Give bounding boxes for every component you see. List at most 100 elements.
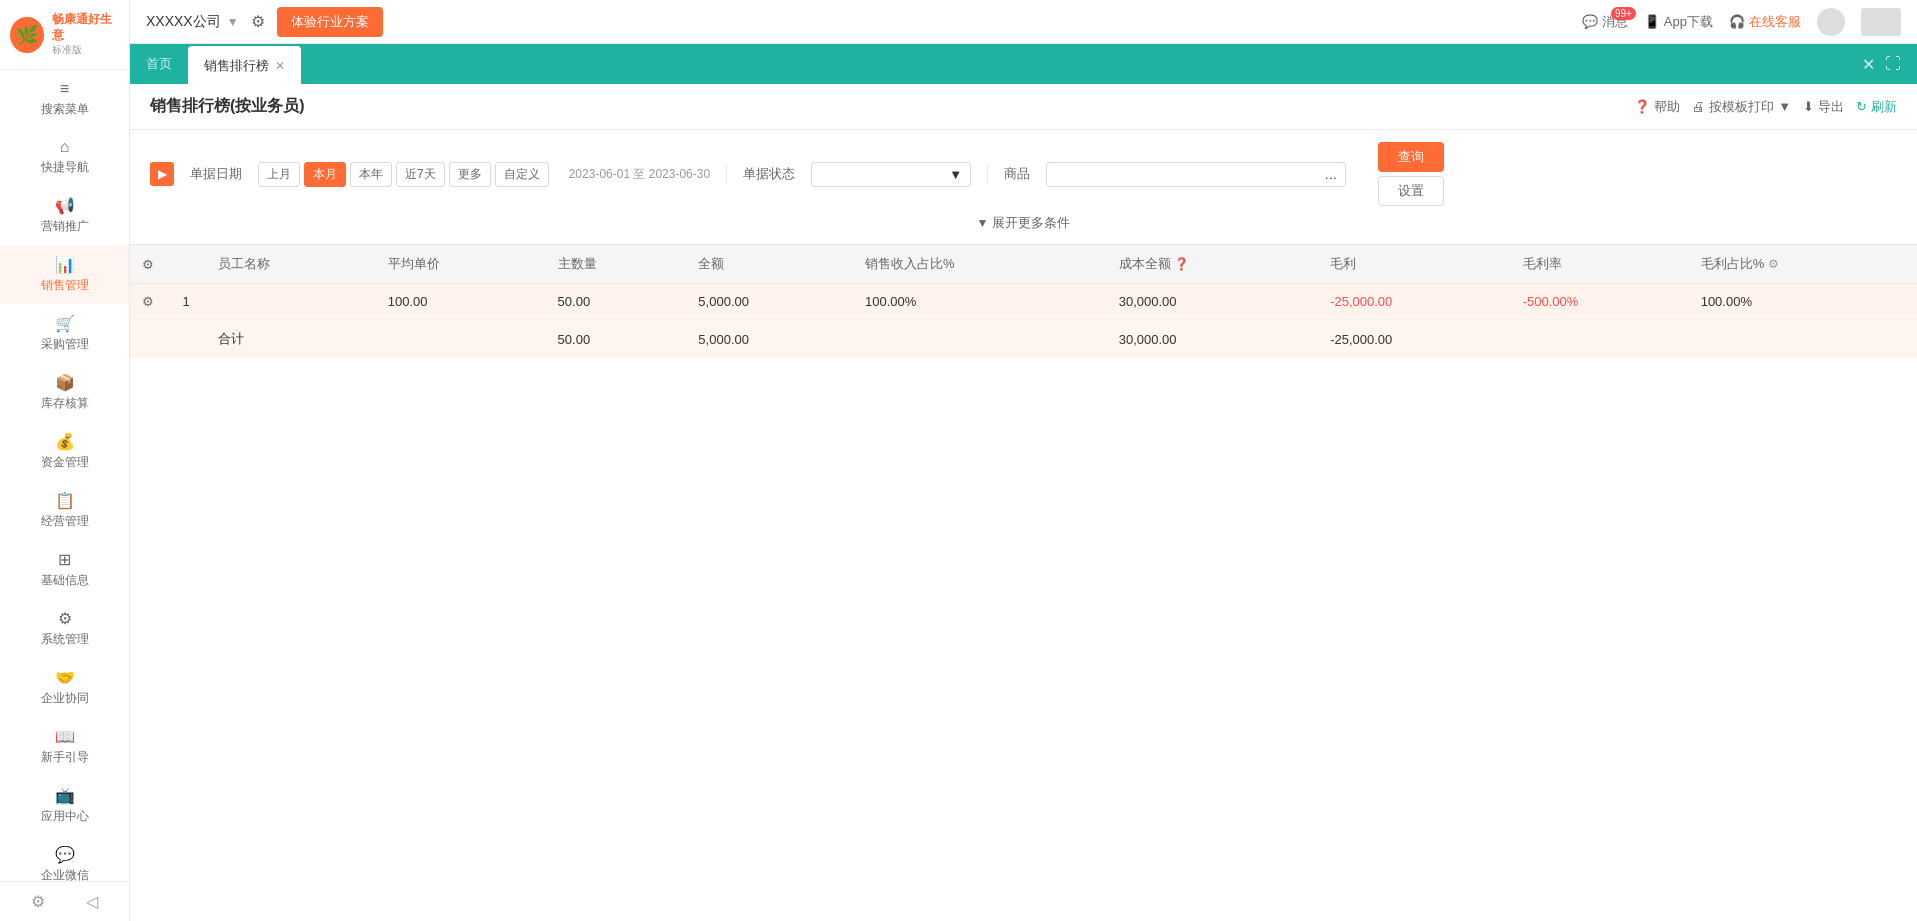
- cost-help-icon[interactable]: ❓: [1174, 257, 1189, 271]
- row-rank: 1: [166, 284, 206, 320]
- sidebar-settings-btn[interactable]: ⚙: [31, 892, 45, 911]
- tab-close-window-icon[interactable]: ✕: [1862, 55, 1875, 74]
- col-avg-price: 平均单价: [376, 245, 546, 284]
- phone-icon: 📱: [1644, 14, 1660, 29]
- sidebar-item-finance[interactable]: 💰 资金管理: [0, 422, 129, 481]
- sidebar-item-marketing[interactable]: 📢 营销推广: [0, 186, 129, 245]
- date-btn-this-month[interactable]: 本月: [304, 162, 346, 187]
- headset-icon: 🎧: [1729, 14, 1745, 29]
- row-gross-rate: -500.00%: [1511, 284, 1689, 320]
- print-button[interactable]: 🖨 按模板打印 ▼: [1692, 98, 1791, 116]
- message-button[interactable]: 💬 消息 99+: [1582, 13, 1628, 31]
- guide-icon: 📖: [55, 727, 75, 746]
- gross-pct-help-icon[interactable]: ⚙: [1768, 257, 1779, 271]
- sidebar: 🌿 畅康通好生意 标准版 ≡ 搜索菜单 ⌂ 快捷导航 📢 营销推广 📊 销售管理…: [0, 0, 130, 921]
- sidebar-footer: ⚙ ◁: [0, 881, 129, 921]
- table-footer: 合计 50.00 5,000.00 30,000.00 -25,000.00: [130, 320, 1917, 359]
- sidebar-item-quicknav[interactable]: ⌂ 快捷导航: [0, 128, 129, 186]
- tab-sales-ranking[interactable]: 销售排行榜 ✕: [188, 46, 301, 86]
- search-menu-icon: ≡: [60, 80, 69, 98]
- sidebar-item-inventory[interactable]: 📦 库存核算: [0, 363, 129, 422]
- date-btn-more[interactable]: 更多: [449, 162, 491, 187]
- sidebar-collapse-btn[interactable]: ◁: [86, 892, 98, 911]
- total-row: 合计 50.00 5,000.00 30,000.00 -25,000.00: [130, 320, 1917, 359]
- app-version: 标准版: [52, 43, 119, 57]
- export-button[interactable]: ⬇ 导出: [1803, 98, 1844, 116]
- help-button[interactable]: ❓ 帮助: [1634, 98, 1680, 116]
- sidebar-item-enterprise[interactable]: 🤝 企业协同: [0, 658, 129, 717]
- goods-select-value: [1055, 167, 1059, 182]
- sidebar-item-label: 企业协同: [41, 690, 89, 707]
- date-btn-7days[interactable]: 近7天: [396, 162, 445, 187]
- date-btn-this-year[interactable]: 本年: [350, 162, 392, 187]
- sidebar-item-sales[interactable]: 📊 销售管理: [0, 245, 129, 304]
- status-filter-label: 单据状态: [743, 165, 795, 183]
- purchase-icon: 🛒: [55, 314, 75, 333]
- row-sales-pct: 100.00%: [853, 284, 1107, 320]
- apps-icon: 📺: [55, 786, 75, 805]
- sidebar-item-label: 快捷导航: [41, 159, 89, 176]
- total-gross-pct: [1689, 320, 1917, 359]
- sidebar-item-apps[interactable]: 📺 应用中心: [0, 776, 129, 835]
- sidebar-logo: 🌿 畅康通好生意 标准版: [0, 0, 129, 70]
- sidebar-item-label: 企业微信: [41, 867, 89, 881]
- main-content: XXXXX公司 ▼ ⚙ 体验行业方案 💬 消息 99+ 📱 App下载 🎧 在线…: [130, 0, 1917, 921]
- total-sales-pct: [853, 320, 1107, 359]
- message-badge: 99+: [1611, 7, 1636, 20]
- chevron-down-icon: ▼: [227, 15, 239, 29]
- online-service-button[interactable]: 🎧 在线客服: [1729, 13, 1801, 31]
- app-download-button[interactable]: 📱 App下载: [1644, 13, 1713, 31]
- row-amount: 5,000.00: [686, 284, 853, 320]
- date-btn-custom[interactable]: 自定义: [495, 162, 549, 187]
- goods-select[interactable]: …: [1046, 162, 1346, 187]
- collapse-filter-btn[interactable]: ▶: [150, 162, 174, 186]
- sidebar-menu: ≡ 搜索菜单 ⌂ 快捷导航 📢 营销推广 📊 销售管理 🛒 采购管理 📦 库存核…: [0, 70, 129, 881]
- sidebar-item-basics[interactable]: ⊞ 基础信息: [0, 540, 129, 599]
- table-header-row: ⚙ 员工名称 平均单价 主数量 全额 销售收入占比% 成本全额 ❓ 毛利 毛利率…: [130, 245, 1917, 284]
- col-gross-pct: 毛利占比% ⚙: [1689, 245, 1917, 284]
- sidebar-item-label: 资金管理: [41, 454, 89, 471]
- sidebar-item-wechat[interactable]: 💬 企业微信: [0, 835, 129, 881]
- total-avg-price: [376, 320, 546, 359]
- total-label: 合计: [206, 320, 376, 359]
- company-selector[interactable]: XXXXX公司 ▼: [146, 13, 239, 31]
- row-name: [206, 284, 376, 320]
- sidebar-item-search[interactable]: ≡ 搜索菜单: [0, 70, 129, 128]
- sidebar-item-guide[interactable]: 📖 新手引导: [0, 717, 129, 776]
- row-avg-price: 100.00: [376, 284, 546, 320]
- total-rank-cell: [166, 320, 206, 359]
- header-settings-icon[interactable]: ⚙: [251, 12, 265, 31]
- tab-bar: 首页 销售排行榜 ✕ ✕ ⛶: [130, 44, 1917, 84]
- total-settings-cell: [130, 320, 166, 359]
- sidebar-item-label: 系统管理: [41, 631, 89, 648]
- sidebar-item-label: 应用中心: [41, 808, 89, 825]
- row-gross-pct: 100.00%: [1689, 284, 1917, 320]
- expand-more-btn[interactable]: ▼ 展开更多条件: [150, 206, 1897, 232]
- sidebar-item-system[interactable]: ⚙ 系统管理: [0, 599, 129, 658]
- tab-close-icon[interactable]: ✕: [275, 59, 285, 73]
- print-icon: 🖨: [1692, 99, 1705, 114]
- export-icon: ⬇: [1803, 99, 1814, 114]
- tab-fullscreen-icon[interactable]: ⛶: [1885, 55, 1901, 74]
- settings-side-button[interactable]: 设置: [1378, 176, 1444, 206]
- query-button[interactable]: 查询: [1378, 142, 1444, 172]
- sales-ranking-table: ⚙ 员工名称 平均单价 主数量 全额 销售收入占比% 成本全额 ❓ 毛利 毛利率…: [130, 245, 1917, 358]
- status-select[interactable]: ▼: [811, 162, 971, 187]
- col-quantity: 主数量: [546, 245, 687, 284]
- col-sales-pct: 销售收入占比%: [853, 245, 1107, 284]
- trial-button[interactable]: 体验行业方案: [277, 7, 383, 37]
- refresh-button[interactable]: ↻ 刷新: [1856, 98, 1897, 116]
- tab-home-label: 首页: [146, 55, 172, 73]
- row-settings-icon[interactable]: ⚙: [130, 284, 166, 320]
- sidebar-item-operations[interactable]: 📋 经营管理: [0, 481, 129, 540]
- col-settings[interactable]: ⚙: [130, 245, 166, 284]
- home-icon: ⌂: [60, 138, 70, 156]
- row-gross: -25,000.00: [1318, 284, 1511, 320]
- filter-divider-2: [987, 164, 988, 184]
- message-icon: 💬: [1582, 14, 1598, 29]
- date-btn-last-month[interactable]: 上月: [258, 162, 300, 187]
- basics-icon: ⊞: [58, 550, 71, 569]
- tab-home[interactable]: 首页: [130, 44, 188, 84]
- user-avatar[interactable]: [1817, 8, 1845, 36]
- sidebar-item-purchase[interactable]: 🛒 采购管理: [0, 304, 129, 363]
